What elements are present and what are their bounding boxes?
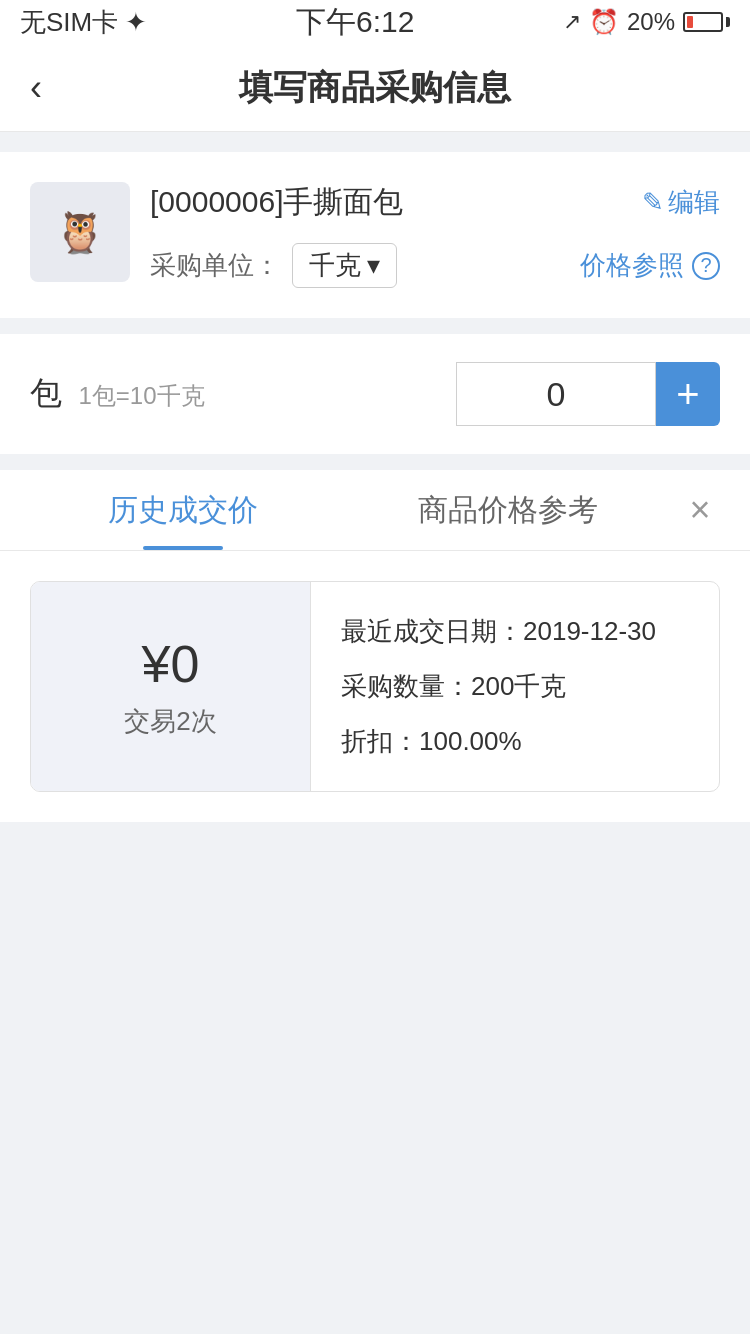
alarm-icon: ⏰ xyxy=(589,8,619,36)
product-unit-row: 采购单位： 千克 ▾ 价格参照 ? xyxy=(150,243,720,288)
quantity-unit: 包 xyxy=(30,375,62,411)
price-panel: 历史成交价 商品价格参考 × ¥0 交易2次 最近成交日期：2019-12-30… xyxy=(0,470,750,822)
time-display: 下午6:12 xyxy=(296,2,414,43)
dropdown-arrow-icon: ▾ xyxy=(367,250,380,281)
price-ref-button[interactable]: 价格参照 ? xyxy=(580,248,720,283)
panel-close-button[interactable]: × xyxy=(670,470,730,550)
page-title: 填写商品采购信息 xyxy=(239,65,511,111)
discount-row: 折扣：100.00% xyxy=(341,722,689,761)
quantity-controls: 0 + xyxy=(456,362,720,426)
edit-button[interactable]: ✎ 编辑 xyxy=(642,185,720,220)
unit-label: 采购单位： xyxy=(150,248,280,283)
quantity-row: 包 1包=10千克 0 + xyxy=(0,334,750,454)
price-details: 最近成交日期：2019-12-30 采购数量：200千克 折扣：100.00% xyxy=(311,582,719,791)
location-icon: ↗ xyxy=(563,9,581,35)
back-button[interactable]: ‹ xyxy=(30,67,90,109)
product-name: [0000006]手撕面包 xyxy=(150,182,403,223)
discount-label: 折扣： xyxy=(341,726,419,756)
product-card: 🦉 [0000006]手撕面包 ✎ 编辑 采购单位： 千克 ▾ xyxy=(0,152,750,318)
edit-label: 编辑 xyxy=(668,185,720,220)
status-left: 无SIM卡 ✦ xyxy=(20,5,147,40)
purchase-qty-row: 采购数量：200千克 xyxy=(341,667,689,706)
bottom-area xyxy=(0,822,750,1334)
purchase-qty-label: 采购数量： xyxy=(341,671,471,701)
edit-icon: ✎ xyxy=(642,187,664,218)
last-deal-date-label: 最近成交日期： xyxy=(341,616,523,646)
price-transactions: 交易2次 xyxy=(124,704,216,739)
status-right: ↗ ⏰ 20% xyxy=(563,8,730,36)
unit-value: 千克 xyxy=(309,248,361,283)
price-content: ¥0 交易2次 最近成交日期：2019-12-30 采购数量：200千克 折扣：… xyxy=(0,551,750,822)
tab-bar: 历史成交价 商品价格参考 × xyxy=(0,470,750,551)
product-top-row: [0000006]手撕面包 ✎ 编辑 xyxy=(150,182,720,223)
quantity-input[interactable]: 0 xyxy=(456,362,656,426)
price-amount: ¥0 xyxy=(142,634,200,694)
tab-history-price[interactable]: 历史成交价 xyxy=(20,470,345,550)
price-ref-label: 价格参照 xyxy=(580,248,684,283)
section-divider xyxy=(0,318,750,334)
price-summary: ¥0 交易2次 xyxy=(31,582,311,791)
product-info: [0000006]手撕面包 ✎ 编辑 采购单位： 千克 ▾ 价格参照 ? xyxy=(150,182,720,288)
history-price-card: ¥0 交易2次 最近成交日期：2019-12-30 采购数量：200千克 折扣：… xyxy=(30,581,720,792)
product-header: 🦉 [0000006]手撕面包 ✎ 编辑 采购单位： 千克 ▾ xyxy=(30,182,720,288)
last-deal-date-value: 2019-12-30 xyxy=(523,616,656,646)
quantity-conversion: 1包=10千克 xyxy=(78,382,204,409)
nav-bar: ‹ 填写商品采购信息 xyxy=(0,44,750,132)
help-icon: ? xyxy=(692,252,720,280)
unit-select[interactable]: 千克 ▾ xyxy=(292,243,397,288)
product-logo: 🦉 xyxy=(55,209,105,256)
status-bar: 无SIM卡 ✦ 下午6:12 ↗ ⏰ 20% xyxy=(0,0,750,44)
quantity-label-group: 包 1包=10千克 xyxy=(30,372,205,416)
quantity-plus-button[interactable]: + xyxy=(656,362,720,426)
discount-value: 100.00% xyxy=(419,726,522,756)
unit-left: 采购单位： 千克 ▾ xyxy=(150,243,397,288)
carrier-text: 无SIM卡 ✦ xyxy=(20,5,147,40)
battery-percent: 20% xyxy=(627,8,675,36)
last-deal-date-row: 最近成交日期：2019-12-30 xyxy=(341,612,689,651)
battery-icon xyxy=(683,12,730,32)
tab-product-price-ref[interactable]: 商品价格参考 xyxy=(345,470,670,550)
purchase-qty-value: 200千克 xyxy=(471,671,566,701)
product-thumbnail: 🦉 xyxy=(30,182,130,282)
